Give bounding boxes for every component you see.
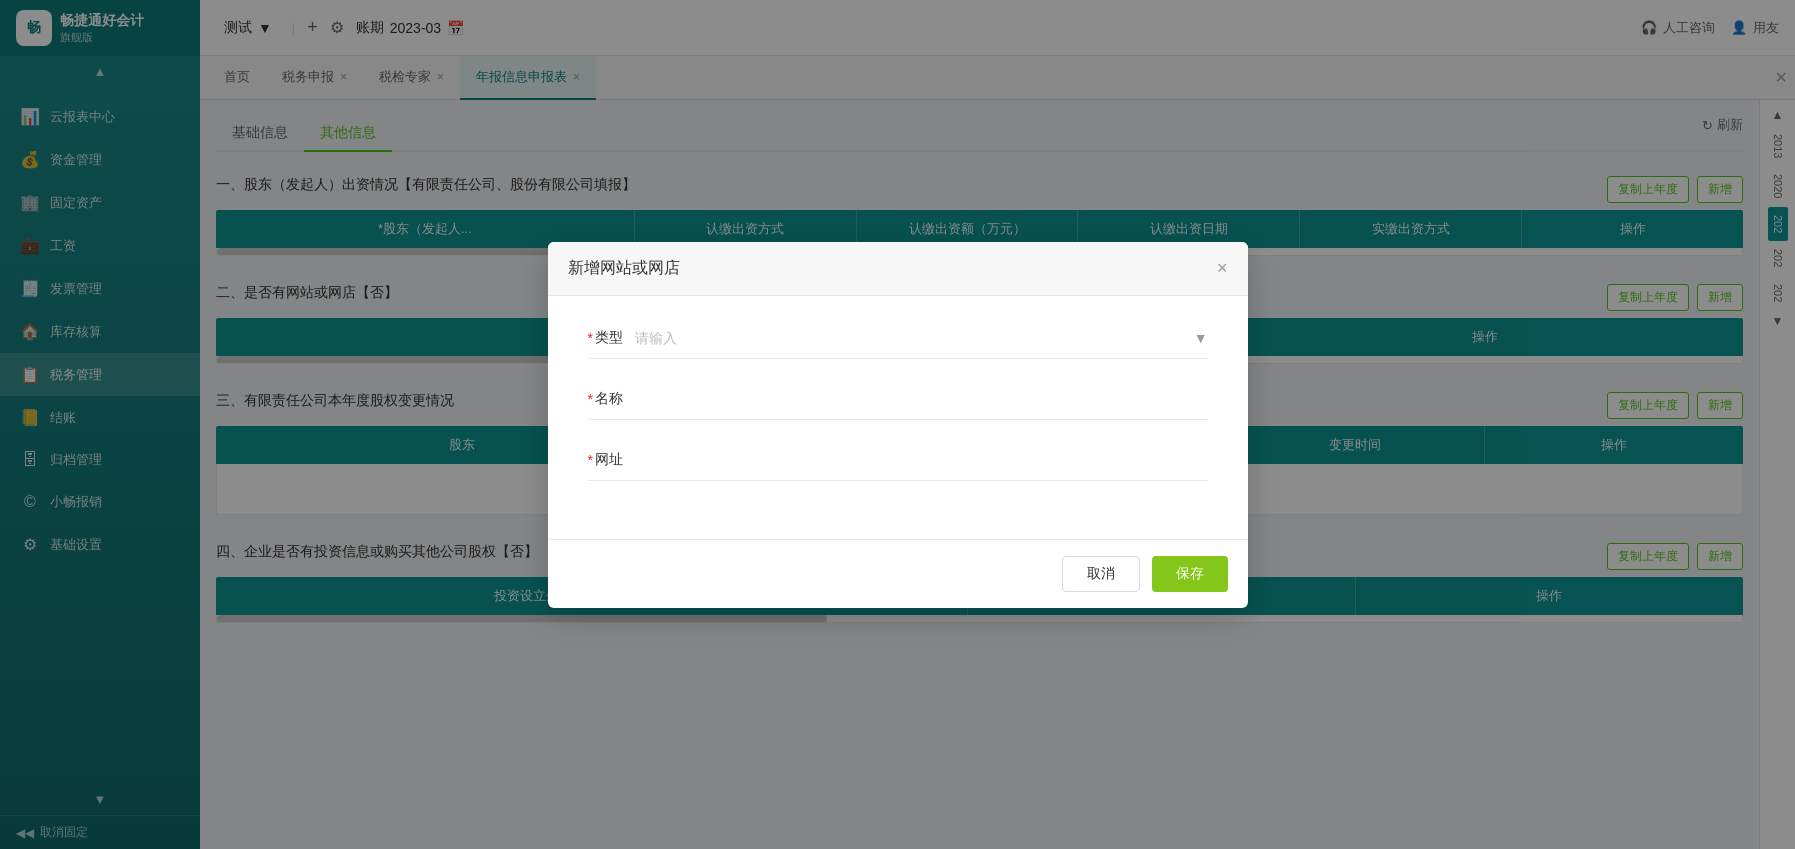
form-field-type: * 类型 ▼ <box>588 326 1208 359</box>
form-field-name: * 名称 <box>588 387 1208 420</box>
required-marker-type: * <box>588 330 593 346</box>
save-button[interactable]: 保存 <box>1152 556 1228 592</box>
dialog-close-button[interactable]: × <box>1217 258 1228 279</box>
name-input[interactable] <box>635 387 1208 411</box>
add-website-dialog: 新增网站或网店 × * 类型 ▼ * <box>548 242 1248 608</box>
type-dropdown-icon[interactable]: ▼ <box>1194 330 1208 346</box>
form-label-url: * 网址 <box>588 451 623 469</box>
url-input[interactable] <box>635 448 1208 472</box>
form-field-url: * 网址 <box>588 448 1208 481</box>
dialog-footer: 取消 保存 <box>548 539 1248 608</box>
form-row-url: * 网址 <box>588 448 1208 481</box>
form-row-type: * 类型 ▼ <box>588 326 1208 359</box>
required-marker-name: * <box>588 391 593 407</box>
type-input[interactable] <box>635 326 1182 350</box>
dialog-body: * 类型 ▼ * 名称 <box>548 296 1248 539</box>
dialog-overlay: 新增网站或网店 × * 类型 ▼ * <box>0 0 1795 849</box>
form-row-name: * 名称 <box>588 387 1208 420</box>
cancel-button[interactable]: 取消 <box>1062 556 1140 592</box>
form-label-name: * 名称 <box>588 390 623 408</box>
required-marker-url: * <box>588 452 593 468</box>
dialog-header: 新增网站或网店 × <box>548 242 1248 296</box>
dialog-title: 新增网站或网店 <box>568 258 680 279</box>
form-label-type: * 类型 <box>588 329 623 347</box>
